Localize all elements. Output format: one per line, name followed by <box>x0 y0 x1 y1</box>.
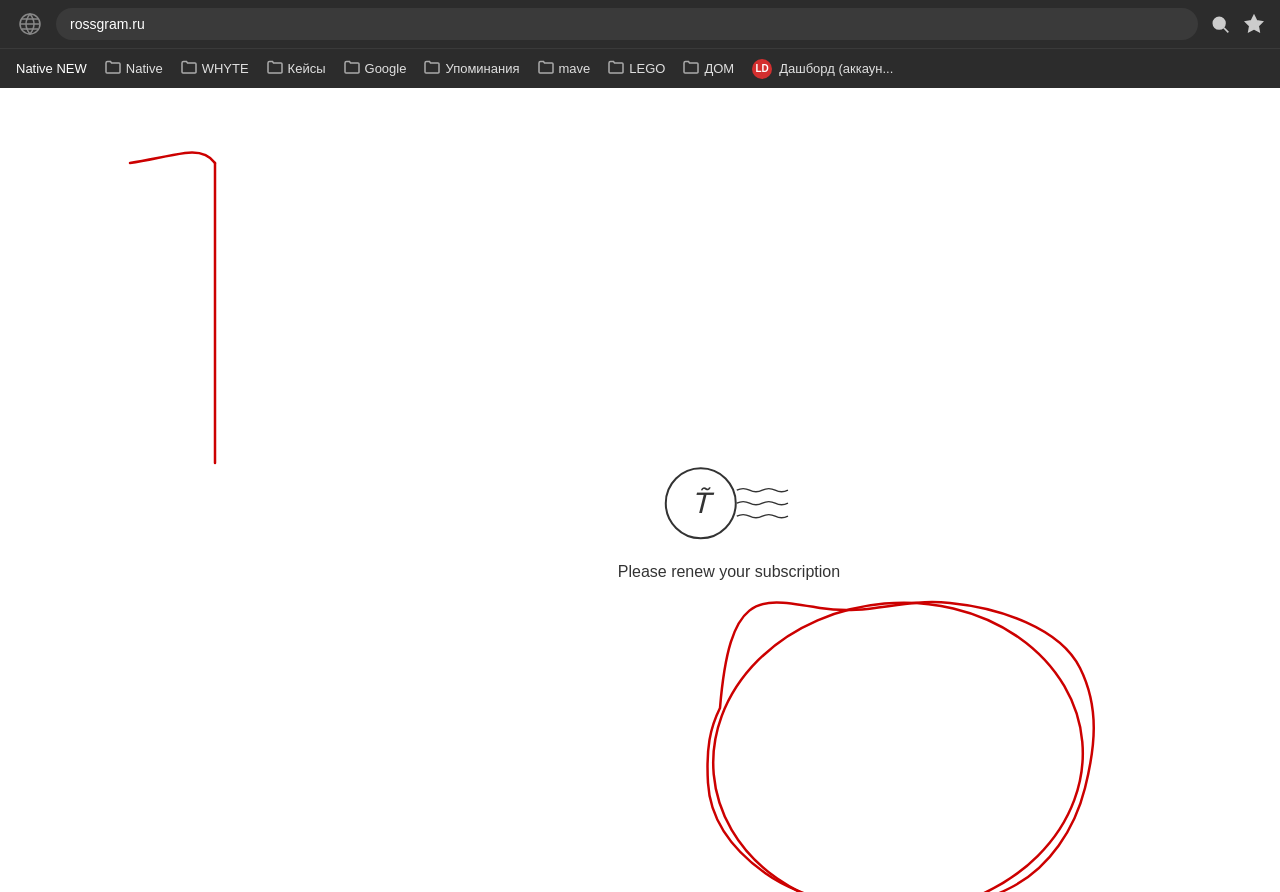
bookmark-native-new-label: Native NEW <box>16 61 87 76</box>
svg-point-4 <box>1213 17 1225 29</box>
bookmark-dom-label: ДОМ <box>704 61 734 76</box>
folder-icon-dom <box>683 60 699 77</box>
bookmark-google[interactable]: Google <box>336 56 415 81</box>
folder-icon-upominaniya <box>424 60 440 77</box>
bookmark-upominaniya[interactable]: Упоминания <box>416 56 527 81</box>
address-bar[interactable]: rossgram.ru <box>56 8 1198 40</box>
bookmark-lego[interactable]: LEGO <box>600 56 673 81</box>
bookmark-mave-label: mave <box>559 61 591 76</box>
search-icon[interactable] <box>1210 14 1230 34</box>
star-icon[interactable] <box>1244 14 1264 34</box>
folder-icon-mave <box>538 60 554 77</box>
folder-icon-keysy <box>267 60 283 77</box>
subscription-message: Please renew your subscription <box>618 563 840 581</box>
tilda-waves <box>733 486 793 520</box>
svg-point-8 <box>700 587 1096 892</box>
browser-actions <box>1210 14 1264 34</box>
wave-2 <box>733 499 793 507</box>
tilda-circle: T̃ <box>665 467 737 539</box>
folder-icon <box>105 60 121 77</box>
bookmark-dashbord[interactable]: LD Дашборд (аккаун... <box>744 55 901 83</box>
browser-logo <box>16 10 44 38</box>
bookmarks-bar: Native NEW Native WHYTE Кейсы <box>0 48 1280 88</box>
svg-marker-6 <box>1246 16 1263 32</box>
bookmark-dom[interactable]: ДОМ <box>675 56 742 81</box>
wave-1 <box>733 486 793 494</box>
bookmark-lego-label: LEGO <box>629 61 665 76</box>
folder-icon-whyte <box>181 60 197 77</box>
bookmark-upominaniya-label: Упоминания <box>445 61 519 76</box>
subscription-widget: T̃ Please renew your subscription <box>618 467 840 581</box>
bookmark-native-new[interactable]: Native NEW <box>8 57 95 80</box>
bookmark-dashbord-label: Дашборд (аккаун... <box>779 61 893 76</box>
bookmark-native-label: Native <box>126 61 163 76</box>
svg-line-5 <box>1224 28 1229 33</box>
wave-3 <box>733 512 793 520</box>
url-text: rossgram.ru <box>70 16 145 32</box>
bookmark-google-label: Google <box>365 61 407 76</box>
browser-chrome: rossgram.ru <box>0 0 1280 48</box>
bookmark-keysy[interactable]: Кейсы <box>259 56 334 81</box>
bookmark-whyte-label: WHYTE <box>202 61 249 76</box>
tilda-logo: T̃ <box>665 467 793 539</box>
bookmark-keysy-label: Кейсы <box>288 61 326 76</box>
folder-icon-lego <box>608 60 624 77</box>
bookmark-mave[interactable]: mave <box>530 56 599 81</box>
bookmark-whyte[interactable]: WHYTE <box>173 56 257 81</box>
avatar-badge: LD <box>752 59 772 79</box>
main-content: T̃ Please renew your subscription <box>0 88 1280 892</box>
bookmark-native[interactable]: Native <box>97 56 171 81</box>
folder-icon-google <box>344 60 360 77</box>
tilda-t-letter: T̃ <box>692 487 709 520</box>
